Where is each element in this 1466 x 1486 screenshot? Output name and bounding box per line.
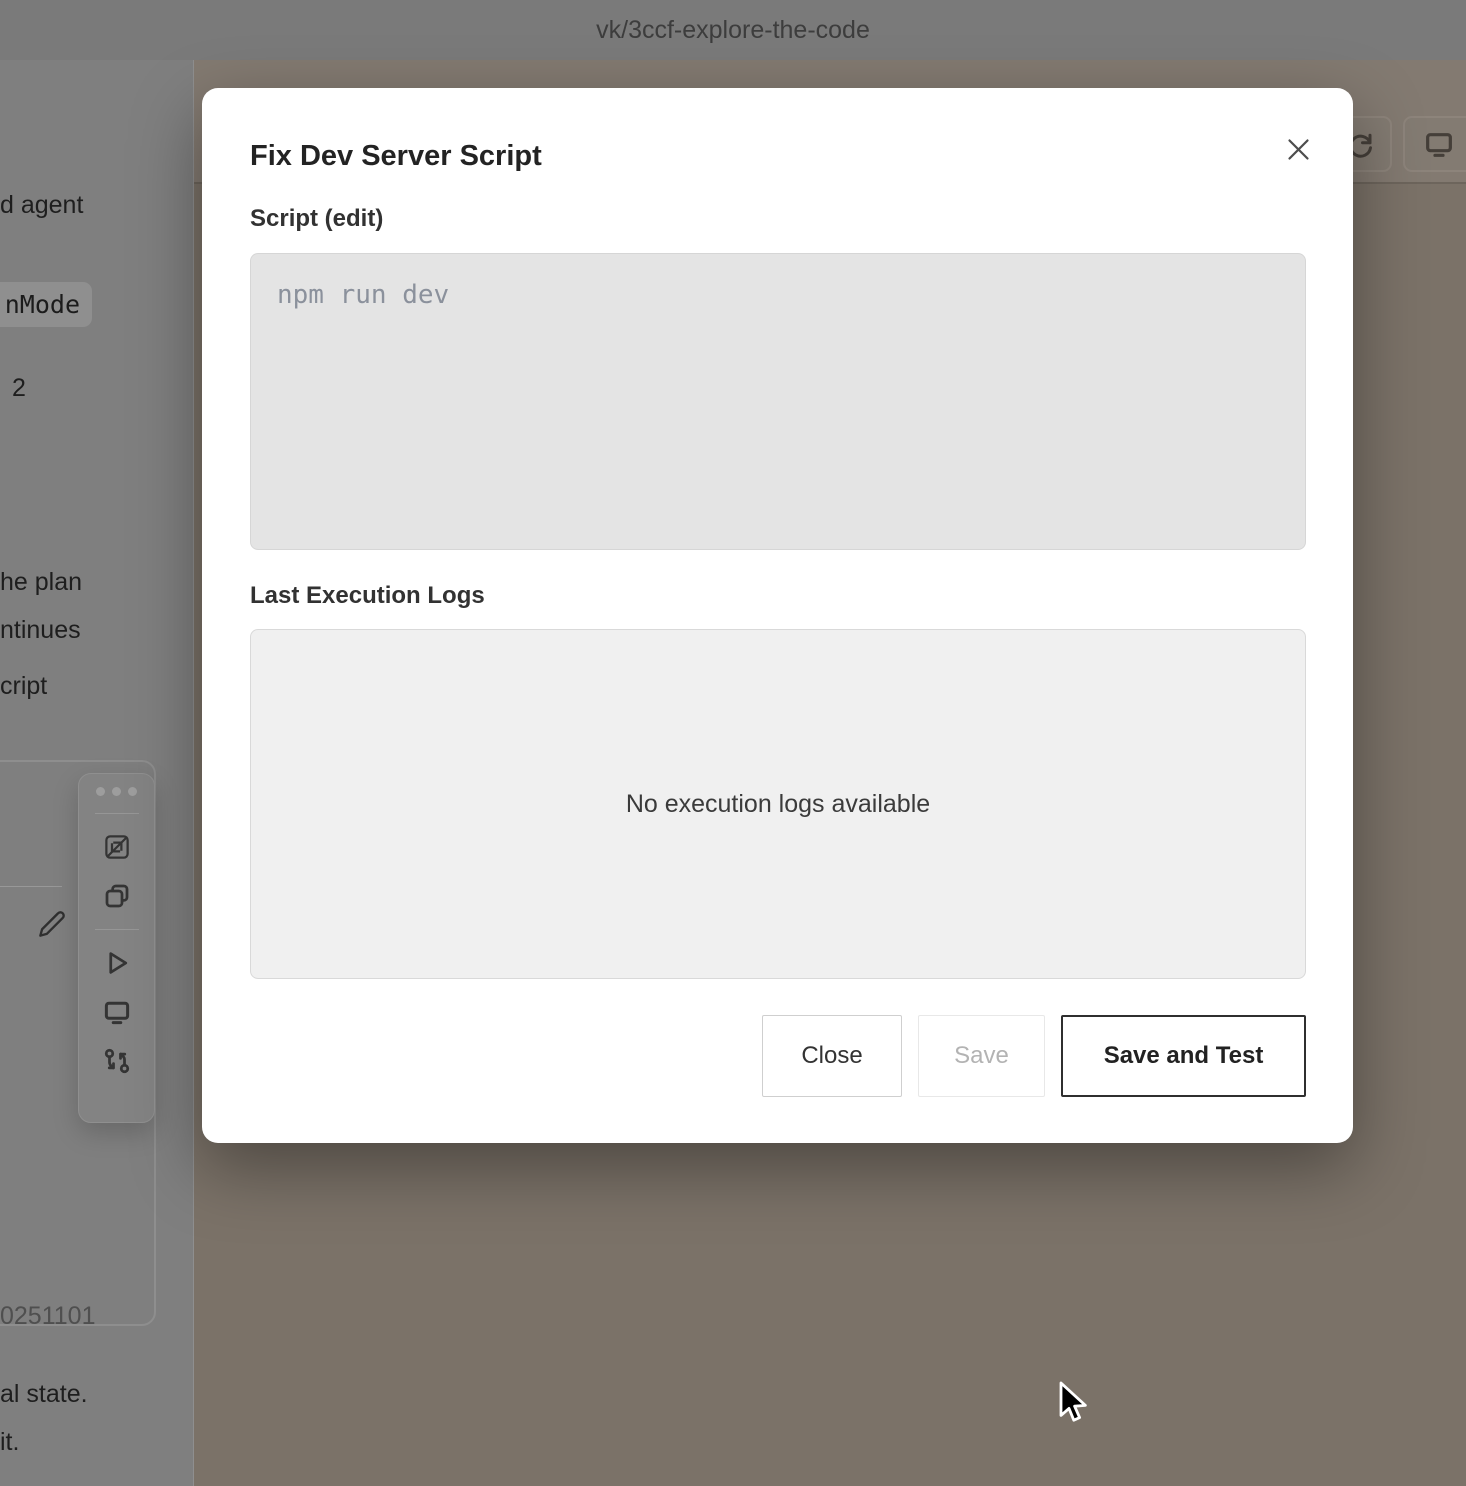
close-button[interactable]: Close: [762, 1015, 902, 1097]
screenshot-icon[interactable]: [101, 831, 133, 863]
sidebar-text-fragment: d agent: [0, 191, 84, 219]
script-input[interactable]: [250, 253, 1306, 550]
monitor-icon[interactable]: [101, 996, 133, 1028]
dialog-footer: Close Save Save and Test: [762, 1015, 1306, 1097]
dialog-title: Fix Dev Server Script: [250, 140, 542, 172]
logs-empty-message: No execution logs available: [625, 789, 931, 818]
sidebar-text-fragment: he plan: [0, 568, 83, 596]
script-label: Script (edit): [250, 205, 384, 232]
git-compare-icon[interactable]: [101, 1045, 133, 1077]
preview-monitor-button[interactable]: [1403, 116, 1466, 172]
save-and-test-button[interactable]: Save and Test: [1061, 1015, 1306, 1097]
drag-handle-icon[interactable]: [96, 787, 137, 796]
sidebar-text-fragment: cript: [0, 672, 48, 700]
sidebar-text-fragment: al state.: [0, 1380, 88, 1408]
logs-label: Last Execution Logs: [250, 582, 485, 609]
mouse-cursor: [1053, 1381, 1093, 1425]
sidebar-text-fragment: it.: [0, 1428, 20, 1456]
sidebar-text-fragment: ntinues: [0, 616, 81, 644]
code-badge-label: nMode: [4, 290, 80, 319]
sidebar: d agent 2 he plan ntinues cript 0251101 …: [0, 60, 194, 1486]
execution-logs-panel: No execution logs available: [250, 629, 1306, 979]
save-button[interactable]: Save: [918, 1015, 1045, 1097]
window-title-bar: vk/3ccf-explore-the-code: [0, 0, 1466, 60]
divider: [0, 886, 62, 887]
copy-icon[interactable]: [101, 880, 133, 912]
window-title: vk/3ccf-explore-the-code: [596, 15, 870, 44]
play-icon[interactable]: [101, 947, 133, 979]
sidebar-text-fragment: 2: [12, 374, 26, 402]
divider: [94, 929, 139, 930]
divider: [94, 813, 139, 814]
edit-pencil-icon[interactable]: [38, 910, 66, 938]
close-icon[interactable]: [1277, 128, 1319, 170]
monitor-icon: [1423, 128, 1455, 160]
fix-dev-server-script-dialog: Fix Dev Server Script Script (edit) Last…: [202, 88, 1353, 1143]
code-badge: nMode: [0, 282, 92, 327]
floating-tool-palette: [78, 773, 155, 1123]
